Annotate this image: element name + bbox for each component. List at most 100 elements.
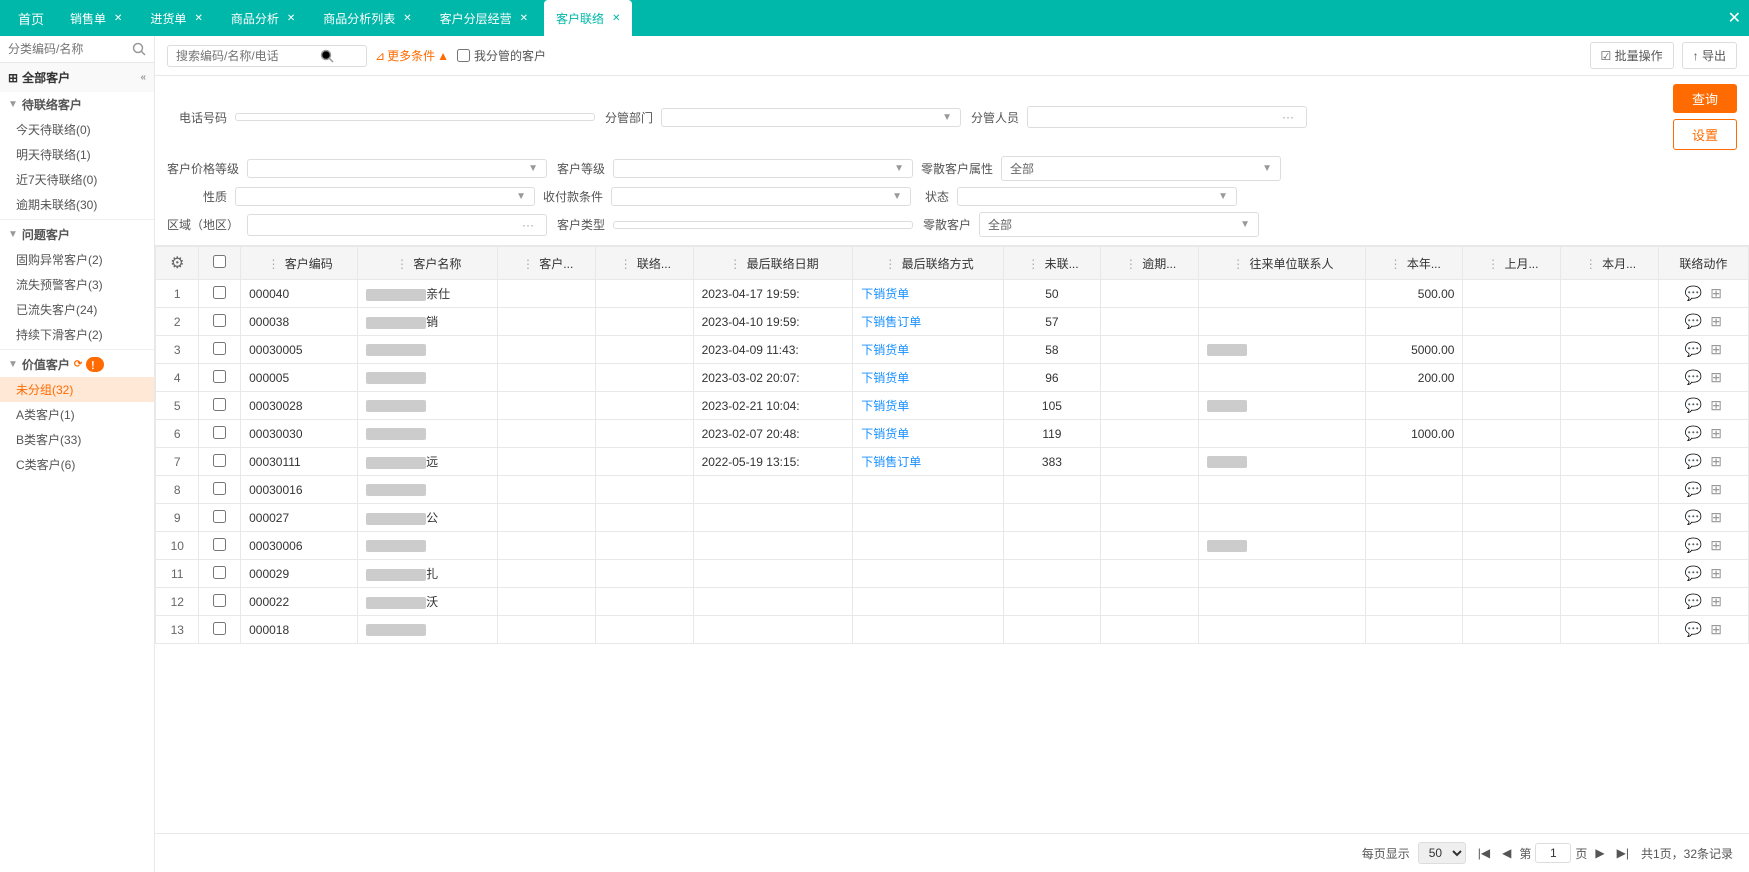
close-customer-mgmt-tab[interactable]: ✕ (520, 13, 528, 24)
row-checkbox[interactable] (213, 538, 226, 551)
dept-select[interactable]: ▼ (661, 108, 961, 127)
grid-action-icon[interactable]: ⊞ (1710, 593, 1722, 610)
search-box[interactable] (167, 45, 367, 67)
row-checkbox-cell[interactable] (199, 280, 241, 308)
row-checkbox[interactable] (213, 342, 226, 355)
sidebar-item-today-pending[interactable]: 今天待联络(0) (0, 117, 154, 142)
grid-action-icon[interactable]: ⊞ (1710, 621, 1722, 638)
chat-icon[interactable]: 💬 (1685, 313, 1702, 330)
nature-select[interactable]: ▼ (235, 187, 535, 206)
last-way-link[interactable]: 下销售订单 (861, 315, 921, 329)
close-customer-contact-tab[interactable]: ✕ (612, 13, 620, 24)
row-checkbox-cell[interactable] (199, 336, 241, 364)
value-group[interactable]: ▼ 价值客户 ⟳ ！ (0, 352, 154, 377)
last-way-link[interactable]: 下销售订单 (861, 455, 921, 469)
sidebar-item-fixed-abnormal[interactable]: 固购异常客户(2) (0, 247, 154, 272)
zero-attr-select[interactable]: 全部 ▼ (1001, 156, 1281, 181)
grid-action-icon[interactable]: ⊞ (1710, 425, 1722, 442)
nav-tab-goods-analysis-list[interactable]: 商品分析列表 ✕ (311, 0, 423, 36)
payment-select[interactable]: ▼ (611, 187, 911, 206)
filter-search-input[interactable] (176, 49, 316, 63)
row-checkbox-cell[interactable] (199, 364, 241, 392)
row-checkbox-cell[interactable] (199, 420, 241, 448)
sidebar-item-ungrouped[interactable]: 未分组(32) (0, 377, 154, 402)
status-select[interactable]: ▼ (957, 187, 1237, 206)
sidebar-item-class-b[interactable]: B类客户(33) (0, 427, 154, 452)
chat-icon[interactable]: 💬 (1685, 453, 1702, 470)
region-select[interactable]: ··· (247, 214, 547, 236)
price-grade-select[interactable]: ▼ (247, 159, 547, 178)
my-customers-filter[interactable]: 我分管的客户 (457, 47, 546, 64)
nav-home[interactable]: 首页 (8, 0, 54, 36)
grid-action-icon[interactable]: ⊞ (1710, 481, 1722, 498)
my-customers-checkbox[interactable] (457, 49, 470, 62)
phone-input[interactable] (235, 113, 595, 121)
chat-icon[interactable]: 💬 (1685, 509, 1702, 526)
chat-icon[interactable]: 💬 (1685, 621, 1702, 638)
chat-icon[interactable]: 💬 (1685, 369, 1702, 386)
next-page-btn[interactable]: ▶ (1591, 846, 1608, 860)
last-way-link[interactable]: 下销货单 (861, 287, 909, 301)
row-checkbox-cell[interactable] (199, 308, 241, 336)
grid-action-icon[interactable]: ⊞ (1710, 397, 1722, 414)
grid-action-icon[interactable]: ⊞ (1710, 285, 1722, 302)
chat-icon[interactable]: 💬 (1685, 565, 1702, 582)
region-more-icon[interactable]: ··· (518, 218, 538, 232)
nav-tab-sales[interactable]: 销售单 ✕ (58, 0, 134, 36)
row-checkbox[interactable] (213, 398, 226, 411)
grid-action-icon[interactable]: ⊞ (1710, 537, 1722, 554)
last-page-btn[interactable]: ▶| (1613, 846, 1633, 860)
chat-icon[interactable]: 💬 (1685, 425, 1702, 442)
last-way-link[interactable]: 下销货单 (861, 427, 909, 441)
grid-action-icon[interactable]: ⊞ (1710, 313, 1722, 330)
customer-type-select[interactable] (613, 221, 913, 229)
first-page-btn[interactable]: |◀ (1474, 846, 1494, 860)
row-checkbox-cell[interactable] (199, 448, 241, 476)
chat-icon[interactable]: 💬 (1685, 593, 1702, 610)
zero-customer-select[interactable]: 全部 ▼ (979, 212, 1259, 237)
chat-icon[interactable]: 💬 (1685, 341, 1702, 358)
close-goods-analysis-list-tab[interactable]: ✕ (403, 13, 411, 24)
row-checkbox-cell[interactable] (199, 476, 241, 504)
more-conditions-btn[interactable]: ⊿ 更多条件 ▲ (375, 47, 449, 64)
sidebar-item-tomorrow-pending[interactable]: 明天待联络(1) (0, 142, 154, 167)
chat-icon[interactable]: 💬 (1685, 397, 1702, 414)
person-more-icon[interactable]: ··· (1278, 110, 1298, 124)
customer-grade-select[interactable]: ▼ (613, 159, 913, 178)
row-checkbox-cell[interactable] (199, 392, 241, 420)
person-select[interactable]: ··· (1027, 106, 1307, 128)
nav-tab-customer-contact[interactable]: 客户联络 ✕ (544, 0, 632, 36)
row-checkbox-cell[interactable] (199, 588, 241, 616)
col-check-all[interactable] (199, 247, 241, 280)
grid-action-icon[interactable]: ⊞ (1710, 509, 1722, 526)
sidebar-item-overdue[interactable]: 逾期未联络(30) (0, 192, 154, 217)
row-checkbox[interactable] (213, 286, 226, 299)
nav-tab-goods-analysis[interactable]: 商品分析 ✕ (219, 0, 307, 36)
chat-icon[interactable]: 💬 (1685, 285, 1702, 302)
chat-icon[interactable]: 💬 (1685, 537, 1702, 554)
close-goods-analysis-tab[interactable]: ✕ (287, 13, 295, 24)
row-checkbox-cell[interactable] (199, 532, 241, 560)
row-checkbox[interactable] (213, 622, 226, 635)
last-way-link[interactable]: 下销货单 (861, 343, 909, 357)
row-checkbox[interactable] (213, 510, 226, 523)
row-checkbox-cell[interactable] (199, 504, 241, 532)
query-btn[interactable]: 查询 (1673, 84, 1737, 113)
grid-action-icon[interactable]: ⊞ (1710, 565, 1722, 582)
chat-icon[interactable]: 💬 (1685, 481, 1702, 498)
sidebar-item-churn-warning[interactable]: 流失预警客户(3) (0, 272, 154, 297)
sidebar-search-input[interactable] (8, 42, 128, 56)
nav-tab-customer-mgmt[interactable]: 客户分层经营 ✕ (428, 0, 540, 36)
pending-group[interactable]: ▼ 待联络客户 (0, 92, 154, 117)
page-size-select[interactable]: 50 (1418, 842, 1466, 864)
grid-action-icon[interactable]: ⊞ (1710, 369, 1722, 386)
row-checkbox[interactable] (213, 482, 226, 495)
sidebar-item-class-a[interactable]: A类客户(1) (0, 402, 154, 427)
grid-action-icon[interactable]: ⊞ (1710, 453, 1722, 470)
all-customers-header[interactable]: ⊞ 全部客户 « (0, 63, 154, 92)
problem-group[interactable]: ▼ 问题客户 (0, 222, 154, 247)
check-all-checkbox[interactable] (213, 255, 226, 268)
batch-btn[interactable]: ☑ 批量操作 (1590, 42, 1674, 69)
collapse-icon[interactable]: « (140, 72, 146, 83)
close-purchase-tab[interactable]: ✕ (194, 13, 202, 24)
